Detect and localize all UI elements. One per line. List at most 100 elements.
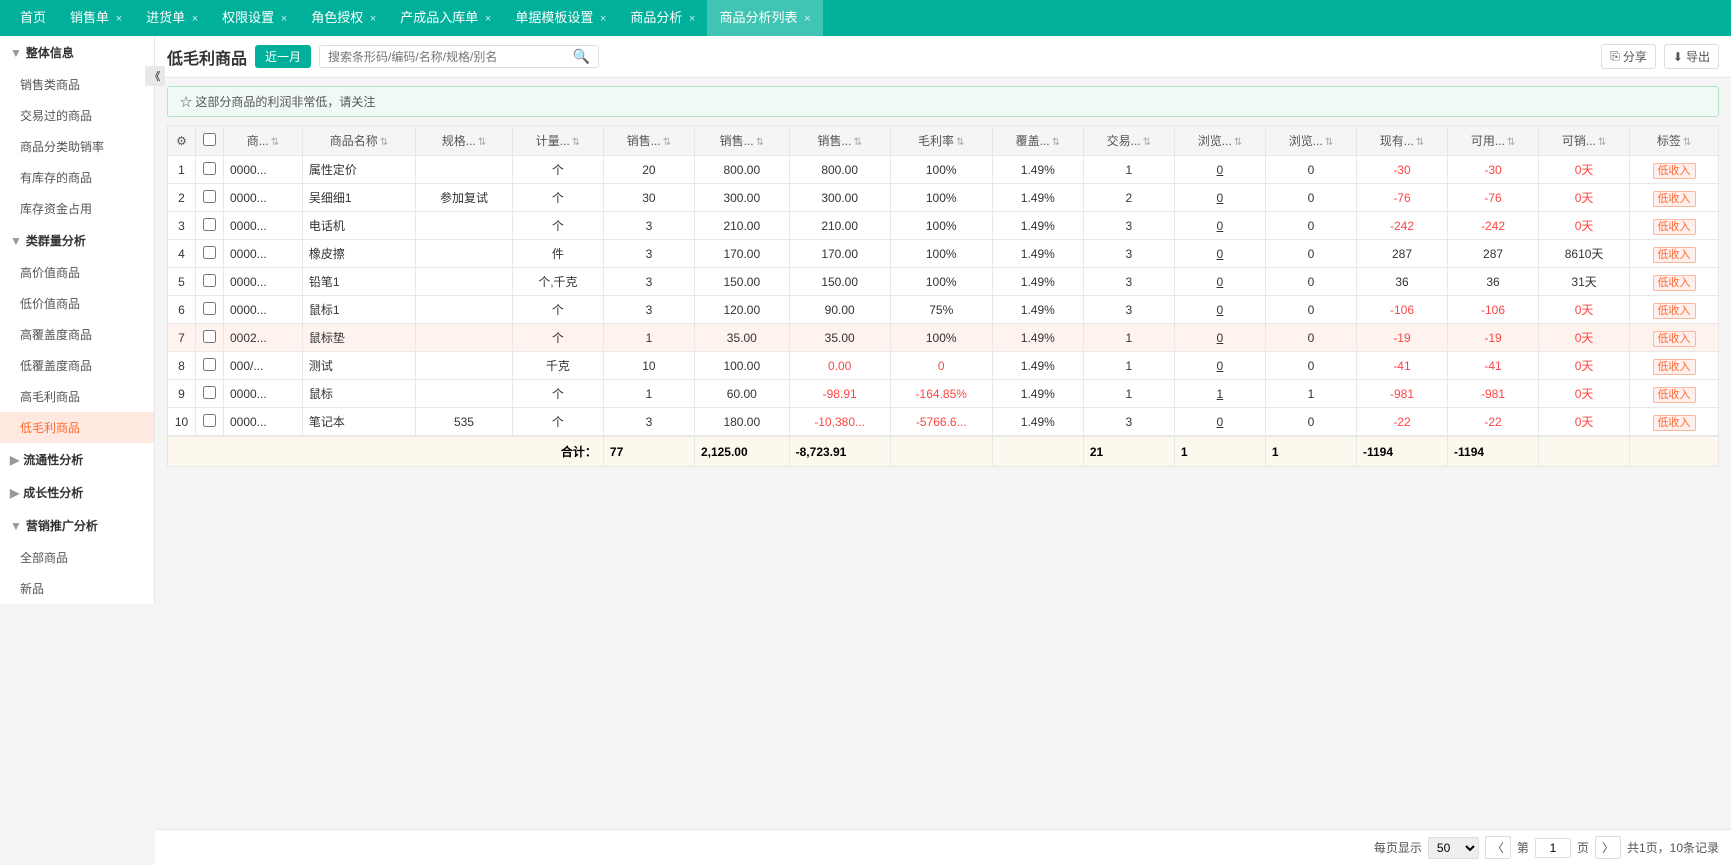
sidebar-group-flow[interactable]: ▶ 流通性分析 <box>0 443 154 476</box>
row-checkbox[interactable] <box>203 246 216 259</box>
share-button[interactable]: ⎘ 分享 <box>1601 44 1656 69</box>
select-all-checkbox[interactable] <box>203 133 216 146</box>
th-stock2[interactable]: 可用...⇅ <box>1448 126 1539 156</box>
sidebar-item-traded-goods[interactable]: 交易过的商品 <box>0 100 154 131</box>
th-sales3[interactable]: 销售...⇅ <box>789 126 890 156</box>
sidebar-item-sales-goods[interactable]: 销售类商品 <box>0 69 154 100</box>
sidebar-item-low-coverage[interactable]: 低覆盖度商品 <box>0 350 154 381</box>
td-view1[interactable]: 0 <box>1174 408 1265 437</box>
sidebar-collapse-button[interactable]: 《 <box>145 66 165 86</box>
nav-purchase[interactable]: 进货单 × <box>134 0 210 36</box>
th-unit[interactable]: 计量...⇅ <box>512 126 603 156</box>
search-input[interactable] <box>328 50 573 64</box>
sidebar-item-high-gross[interactable]: 高毛利商品 <box>0 381 154 412</box>
th-stock3[interactable]: 可销...⇅ <box>1539 126 1630 156</box>
td-checkbox[interactable] <box>196 156 224 184</box>
sidebar-group-cluster[interactable]: ▼ 类群量分析 <box>0 224 154 257</box>
th-view2[interactable]: 浏览...⇅ <box>1265 126 1356 156</box>
th-view1[interactable]: 浏览...⇅ <box>1174 126 1265 156</box>
sidebar-group-marketing[interactable]: ▼ 营销推广分析 <box>0 509 154 542</box>
th-gross[interactable]: 毛利率⇅ <box>890 126 992 156</box>
td-checkbox[interactable] <box>196 352 224 380</box>
th-spec[interactable]: 规格...⇅ <box>416 126 513 156</box>
nav-sales[interactable]: 销售单 × <box>58 0 134 36</box>
td-view1[interactable]: 0 <box>1174 184 1265 212</box>
nav-purchase-close[interactable]: × <box>192 13 198 25</box>
nav-template[interactable]: 单据模板设置 × <box>503 0 618 36</box>
row-checkbox[interactable] <box>203 218 216 231</box>
nav-roles[interactable]: 角色授权 × <box>299 0 388 36</box>
td-tag: 低收入 <box>1630 240 1719 268</box>
td-view1[interactable]: 1 <box>1174 380 1265 408</box>
date-filter-button[interactable]: 近一月 <box>255 45 311 68</box>
td-checkbox[interactable] <box>196 380 224 408</box>
sidebar-item-high-value[interactable]: 高价值商品 <box>0 257 154 288</box>
nav-analysis-list-close[interactable]: × <box>804 13 810 25</box>
nav-permissions-close[interactable]: × <box>281 13 287 25</box>
export-button[interactable]: ⬇ 导出 <box>1664 44 1719 69</box>
row-checkbox[interactable] <box>203 302 216 315</box>
nav-template-close[interactable]: × <box>600 13 606 25</box>
row-checkbox[interactable] <box>203 358 216 371</box>
th-sales1[interactable]: 销售...⇅ <box>603 126 694 156</box>
prev-page-button[interactable]: 〈 <box>1485 836 1511 859</box>
nav-permissions[interactable]: 权限设置 × <box>210 0 299 36</box>
td-checkbox[interactable] <box>196 324 224 352</box>
nav-home[interactable]: 首页 <box>8 0 58 36</box>
sidebar-item-low-value[interactable]: 低价值商品 <box>0 288 154 319</box>
sidebar-group-overall[interactable]: ▼ 整体信息 <box>0 36 154 69</box>
td-view1[interactable]: 0 <box>1174 324 1265 352</box>
td-view1[interactable]: 0 <box>1174 352 1265 380</box>
row-checkbox[interactable] <box>203 274 216 287</box>
page-size-select[interactable]: 50 10 20 100 <box>1428 837 1479 859</box>
nav-product-entry[interactable]: 产成品入库单 × <box>388 0 503 36</box>
next-page-button[interactable]: 〉 <box>1595 836 1621 859</box>
sidebar-item-inventory-capital[interactable]: 库存资金占用 <box>0 193 154 224</box>
td-checkbox[interactable] <box>196 268 224 296</box>
th-sales2[interactable]: 销售...⇅ <box>694 126 789 156</box>
td-checkbox[interactable] <box>196 184 224 212</box>
nav-sales-close[interactable]: × <box>116 13 122 25</box>
nav-analysis-list[interactable]: 商品分析列表 × <box>707 0 822 36</box>
th-tag[interactable]: 标签⇅ <box>1630 126 1719 156</box>
sidebar-item-category-rate[interactable]: 商品分类助销率 <box>0 131 154 162</box>
th-code[interactable]: 商...⇅ <box>224 126 303 156</box>
search-icon[interactable]: 🔍 <box>573 48 590 65</box>
th-name[interactable]: 商品名称⇅ <box>302 126 415 156</box>
row-checkbox[interactable] <box>203 190 216 203</box>
td-tag: 低收入 <box>1630 380 1719 408</box>
th-checkbox[interactable] <box>196 126 224 156</box>
nav-roles-close[interactable]: × <box>370 13 376 25</box>
row-checkbox[interactable] <box>203 386 216 399</box>
td-gross: 100% <box>890 268 992 296</box>
td-view1[interactable]: 0 <box>1174 296 1265 324</box>
td-checkbox[interactable] <box>196 408 224 437</box>
th-coverage[interactable]: 覆盖...⇅ <box>992 126 1083 156</box>
td-view1[interactable]: 0 <box>1174 240 1265 268</box>
th-stock1[interactable]: 现有...⇅ <box>1356 126 1447 156</box>
sidebar-item-all-goods[interactable]: 全部商品 <box>0 542 154 573</box>
sidebar-group-growth[interactable]: ▶ 成长性分析 <box>0 476 154 509</box>
row-checkbox[interactable] <box>203 414 216 427</box>
td-checkbox[interactable] <box>196 240 224 268</box>
alert-icon: ☆ <box>180 95 192 109</box>
sidebar-item-new-goods[interactable]: 新品 <box>0 573 154 604</box>
td-checkbox[interactable] <box>196 296 224 324</box>
sidebar-item-low-gross[interactable]: 低毛利商品 <box>0 412 154 443</box>
data-table: ⚙ 商...⇅ 商品名称⇅ 规格...⇅ 计量...⇅ 销售...⇅ 销售...… <box>167 125 1719 467</box>
nav-product-analysis[interactable]: 商品分析 × <box>618 0 707 36</box>
sidebar-item-high-coverage[interactable]: 高覆盖度商品 <box>0 319 154 350</box>
nav-product-analysis-close[interactable]: × <box>689 13 695 25</box>
td-view1[interactable]: 0 <box>1174 268 1265 296</box>
td-trade: 2 <box>1083 184 1174 212</box>
td-view1[interactable]: 0 <box>1174 212 1265 240</box>
td-view1[interactable]: 0 <box>1174 156 1265 184</box>
row-checkbox[interactable] <box>203 162 216 175</box>
current-page-input[interactable] <box>1535 838 1571 858</box>
nav-product-entry-close[interactable]: × <box>485 13 491 25</box>
row-checkbox[interactable] <box>203 330 216 343</box>
th-trade[interactable]: 交易...⇅ <box>1083 126 1174 156</box>
td-checkbox[interactable] <box>196 212 224 240</box>
sidebar-item-in-stock[interactable]: 有库存的商品 <box>0 162 154 193</box>
th-settings[interactable]: ⚙ <box>168 126 196 156</box>
